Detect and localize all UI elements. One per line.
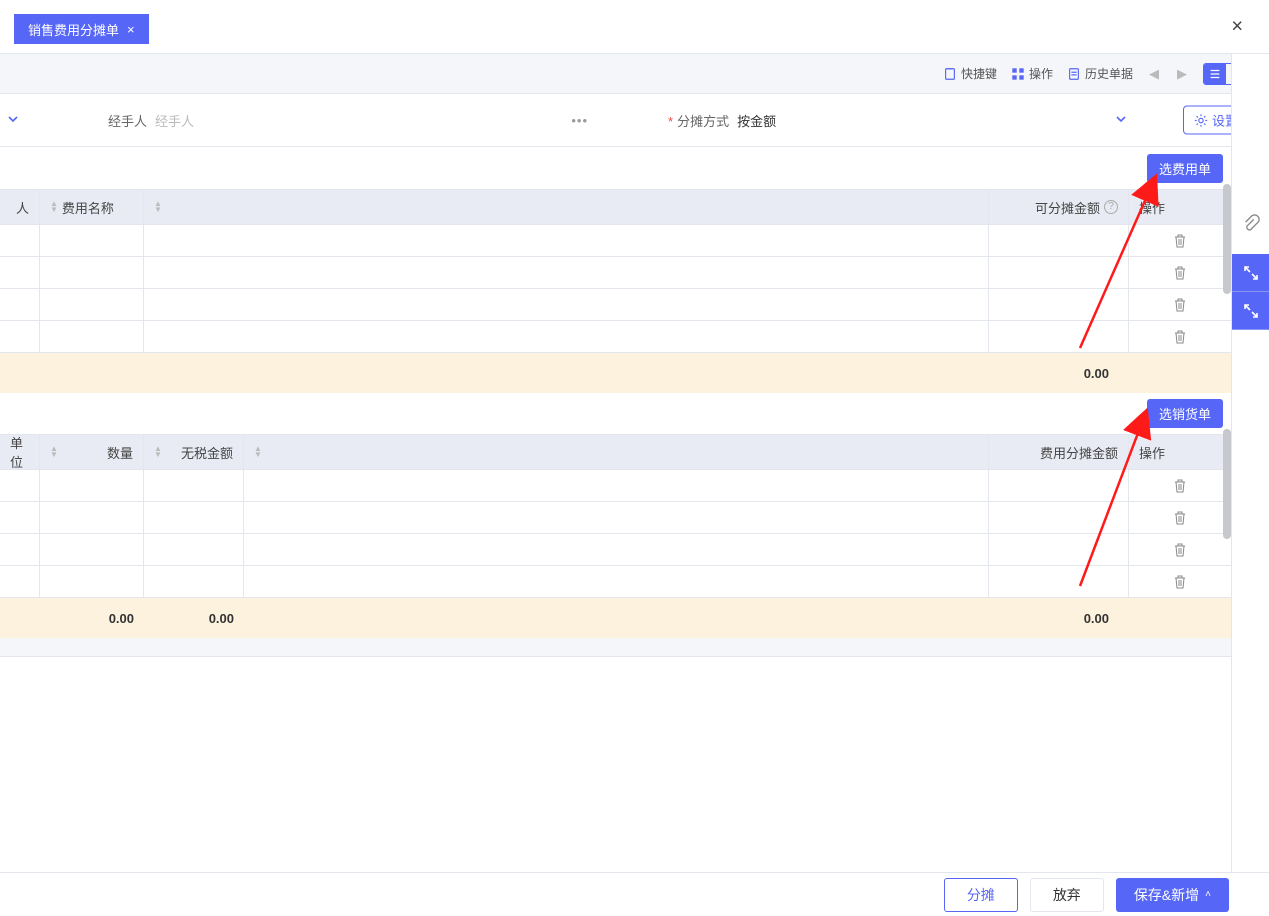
field-handler: 经手人 经手人 ••• (108, 106, 588, 134)
sum-alloc: 0.00 (1084, 611, 1109, 626)
th-alloc-amount: 费用分摊金额 (1040, 443, 1118, 462)
method-dropdown-icon[interactable] (1114, 112, 1128, 129)
info-icon[interactable]: ? (1104, 200, 1118, 214)
delete-icon[interactable] (1174, 266, 1186, 280)
table-row (0, 470, 1231, 502)
delete-icon[interactable] (1174, 298, 1186, 312)
save-and-add-button[interactable]: 保存&新增 ˄ (1116, 878, 1229, 912)
toolbar-operate[interactable]: 操作 (1011, 65, 1053, 82)
table-row (0, 566, 1231, 598)
toolbar-history[interactable]: 历史单据 (1067, 65, 1133, 82)
select-expense-bill-button[interactable]: 选费用单 (1147, 154, 1223, 183)
view-list-button[interactable] (1204, 64, 1226, 84)
th-amount-wo-tax: 无税金额 (166, 443, 233, 462)
history-next-icon[interactable]: ▶ (1175, 66, 1189, 82)
table-row (0, 502, 1231, 534)
sort-icon[interactable]: ▲▼ (154, 446, 162, 458)
allocate-button[interactable]: 分摊 (944, 878, 1018, 912)
th-person: 人 (16, 198, 29, 217)
memo-area (0, 656, 1231, 720)
table-row (0, 257, 1231, 289)
sort-icon[interactable]: ▲▼ (154, 201, 162, 213)
panel-close-icon[interactable]: × (1231, 15, 1243, 38)
expand-out-icon[interactable] (1232, 254, 1269, 292)
th-expense-name: 费用名称 (62, 198, 114, 217)
delete-icon[interactable] (1174, 234, 1186, 248)
sum-amt: 0.00 (209, 611, 234, 626)
attachment-icon[interactable] (1242, 214, 1260, 235)
document-icon (1067, 67, 1081, 81)
sort-icon[interactable]: ▲▼ (254, 446, 262, 458)
table-row (0, 289, 1231, 321)
handler-input[interactable]: 经手人 (155, 106, 335, 134)
scrollbar-thumb[interactable] (1223, 429, 1231, 539)
th-unit: 单位 (10, 433, 29, 471)
tab-close-icon[interactable]: × (127, 22, 135, 37)
handler-more-icon[interactable]: ••• (571, 113, 588, 128)
handler-label: 经手人 (108, 111, 147, 130)
sum-row: 0.00 (0, 353, 1231, 393)
sum-qty: 0.00 (109, 611, 134, 626)
expand-in-icon[interactable] (1232, 292, 1269, 330)
th-action: 操作 (1129, 190, 1231, 224)
sort-icon[interactable]: ▲▼ (50, 201, 58, 213)
list-icon (1208, 67, 1222, 81)
abandon-button[interactable]: 放弃 (1030, 878, 1104, 912)
form-collapse-icon[interactable] (0, 112, 30, 129)
delete-icon[interactable] (1174, 511, 1186, 525)
delete-icon[interactable] (1174, 575, 1186, 589)
method-label: *分摊方式 (668, 111, 729, 130)
tab-sales-expense-allocation[interactable]: 销售费用分摊单 × (14, 14, 149, 44)
chevron-up-icon: ˄ (1205, 889, 1211, 900)
table-row (0, 225, 1231, 257)
field-alloc-method: *分摊方式 按金额 (668, 106, 1128, 134)
table-row (0, 321, 1231, 353)
sum-allocatable: 0.00 (1084, 366, 1109, 381)
toolbar-shortcut[interactable]: 快捷键 (943, 65, 997, 82)
method-select[interactable]: 按金额 (737, 106, 917, 134)
gear-icon (1194, 113, 1208, 127)
tab-title: 销售费用分摊单 (28, 20, 119, 39)
scrollbar-thumb[interactable] (1223, 184, 1231, 294)
table-row (0, 534, 1231, 566)
divider (0, 638, 1231, 656)
clipboard-icon (943, 67, 957, 81)
th-allocatable-amount: 可分摊金额 ? (989, 190, 1129, 224)
select-sales-bill-button[interactable]: 选销货单 (1147, 399, 1223, 428)
sum-row: 0.00 0.00 0.00 (0, 598, 1231, 638)
grid-icon (1011, 67, 1025, 81)
th-action: 操作 (1139, 443, 1165, 462)
delete-icon[interactable] (1174, 330, 1186, 344)
delete-icon[interactable] (1174, 479, 1186, 493)
delete-icon[interactable] (1174, 543, 1186, 557)
sort-icon[interactable]: ▲▼ (50, 446, 58, 458)
history-prev-icon[interactable]: ◀ (1147, 66, 1161, 82)
th-qty: 数量 (62, 443, 133, 462)
